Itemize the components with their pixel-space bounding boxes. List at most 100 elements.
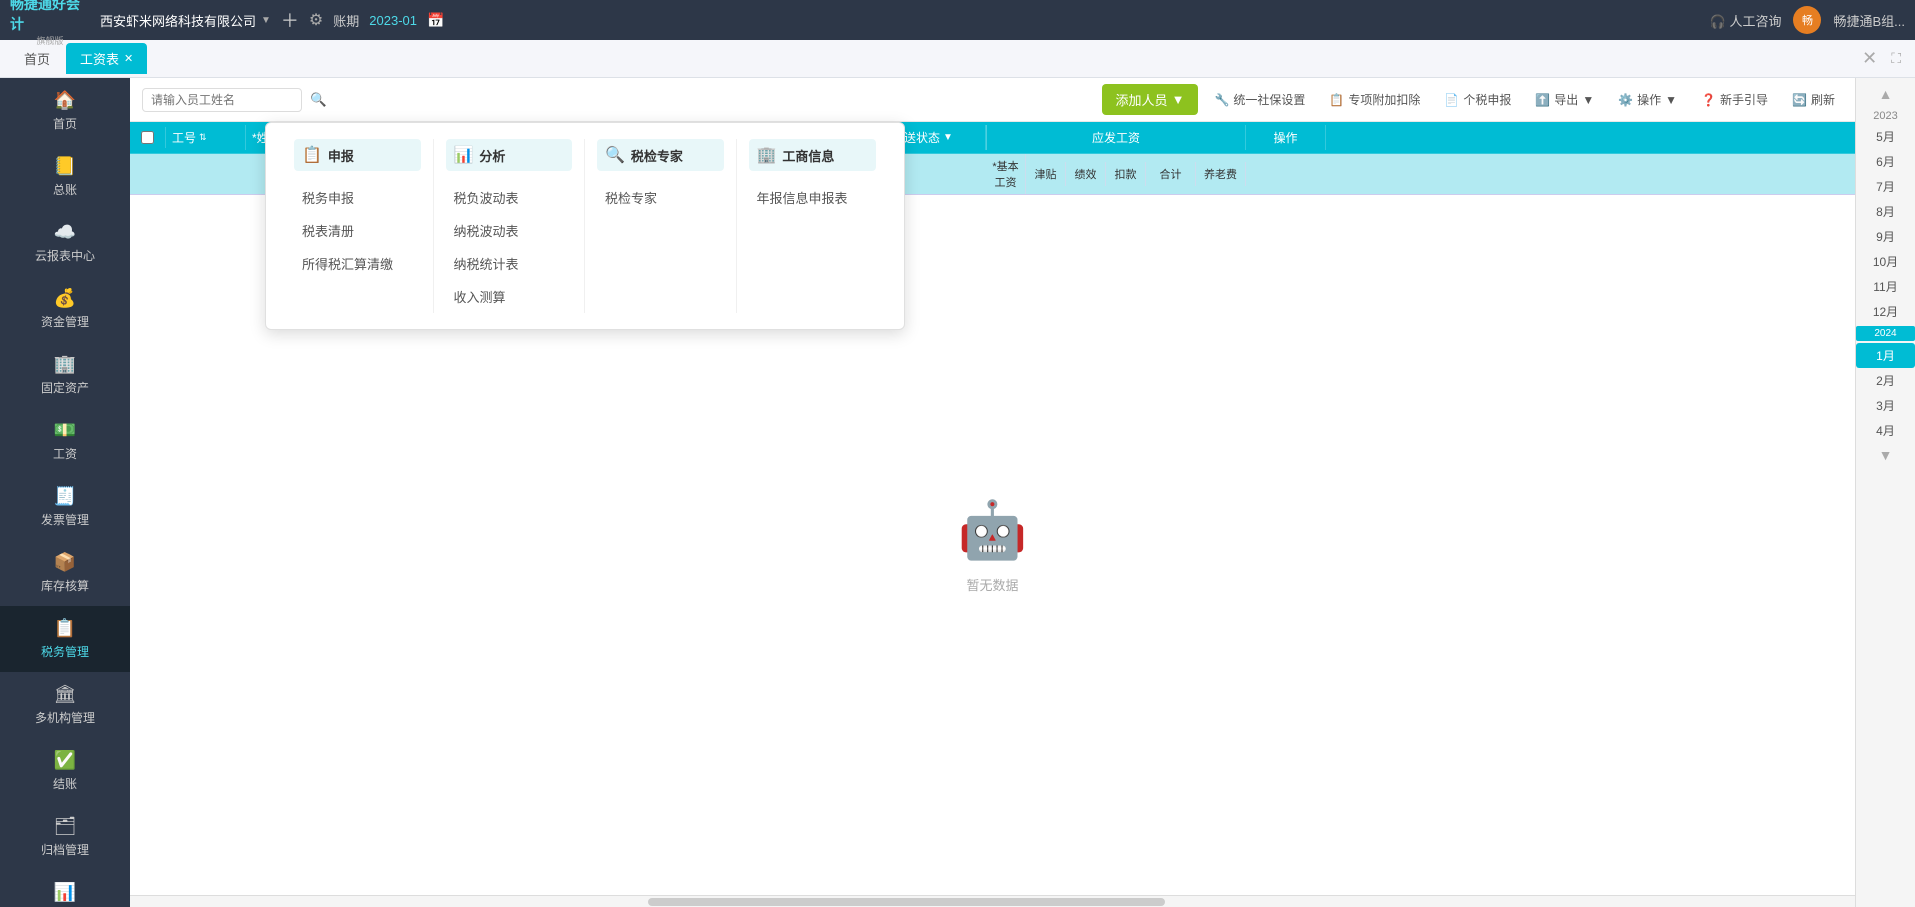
section-header-analysis: 📊 分析 (446, 139, 573, 171)
maximize-icon[interactable]: ⛶ (1887, 50, 1905, 67)
th-checkbox[interactable] (130, 127, 166, 148)
cal-month-nov[interactable]: 11月 (1856, 274, 1915, 299)
sidebar-label-tax: 税务管理 (41, 643, 89, 660)
tax-expert-section-icon: 🔍 (605, 145, 625, 165)
th-number[interactable]: 工号 ⇅ (166, 125, 246, 150)
calendar-icon[interactable]: 📅 (427, 12, 444, 29)
archive-icon: 🗂 (54, 816, 77, 837)
close-window-icon[interactable]: ✕ (1854, 48, 1885, 69)
dropdown-section-analysis: 📊 分析 税负波动表 纳税波动表 纳税统计表 收入测算 (434, 139, 586, 313)
sidebar-item-inventory[interactable]: 📦 库存核算 (0, 540, 130, 606)
cal-nav-down[interactable]: ▼ (1875, 443, 1897, 467)
cal-month-aug[interactable]: 8月 (1856, 199, 1915, 224)
sidebar-item-ledger[interactable]: 📒 总账 (0, 144, 130, 210)
period-label: 账期 (333, 11, 359, 30)
add-person-button[interactable]: 添加人员 ▼ (1102, 84, 1199, 115)
menu-item-tax-payment-fluctuation[interactable]: 纳税波动表 (446, 214, 573, 247)
menu-item-income-tax-settlement[interactable]: 所得税汇算清缴 (294, 247, 421, 280)
settings-icon[interactable]: ⚙ (309, 10, 323, 30)
menu-item-tax-statistics[interactable]: 纳税统计表 (446, 247, 573, 280)
th2-performance: 绩效 (1066, 162, 1106, 186)
tax-menu-dropdown: 📋 申报 税务申报 税表清册 所得税汇算清缴 📊 分析 税负波动表 纳税波动表 … (265, 122, 905, 330)
app-logo: 畅捷通好会计 旗舰版 (10, 0, 90, 47)
sidebar-item-tax[interactable]: 📋 税务管理 (0, 606, 130, 672)
tab-close-icon[interactable]: ✕ (124, 52, 133, 65)
sidebar-item-fund[interactable]: 💰 资金管理 (0, 276, 130, 342)
customer-service-btn[interactable]: 🎧 人工咨询 (1710, 11, 1782, 30)
horizontal-scrollbar[interactable] (130, 895, 1855, 907)
business-info-section-icon: 🏢 (757, 145, 777, 165)
settle-icon: ✅ (54, 750, 76, 771)
period-value[interactable]: 2023-01 (369, 13, 417, 28)
dropdown-section-business-info: 🏢 工商信息 年报信息申报表 (737, 139, 889, 313)
sidebar-item-cloud-report[interactable]: ☁️ 云报表中心 (0, 210, 130, 276)
multi-org-icon: 🏛 (54, 684, 77, 705)
special-deduction-btn[interactable]: 📋 专项附加扣除 (1321, 87, 1428, 112)
search-input[interactable] (142, 88, 302, 112)
report-icon: 📊 (54, 882, 76, 903)
operation-btn[interactable]: ⚙️ 操作 ▼ (1610, 87, 1685, 112)
menu-item-income-estimation[interactable]: 收入测算 (446, 280, 573, 313)
avatar[interactable]: 畅 (1793, 6, 1821, 34)
tab-home[interactable]: 首页 (10, 43, 64, 74)
tab-salary[interactable]: 工资表 ✕ (66, 43, 147, 74)
cal-month-may[interactable]: 5月 (1856, 124, 1915, 149)
menu-item-annual-report[interactable]: 年报信息申报表 (749, 181, 877, 214)
cal-month-jan[interactable]: 1月 (1856, 343, 1915, 368)
sidebar-item-invoice[interactable]: 🧾 发票管理 (0, 474, 130, 540)
scroll-thumb[interactable] (648, 898, 1166, 906)
tax-return-icon: 📄 (1444, 93, 1459, 107)
user-name-btn[interactable]: 畅捷通B组... (1833, 11, 1905, 30)
cal-nav-up[interactable]: ▲ (1875, 82, 1897, 106)
business-info-title: 工商信息 (782, 146, 834, 165)
tax-return-btn[interactable]: 📄 个税申报 (1436, 87, 1519, 112)
guide-btn[interactable]: ❓ 新手引导 (1693, 87, 1776, 112)
dropdown-section-declaration: 📋 申报 税务申报 税表清册 所得税汇算清缴 (282, 139, 434, 313)
sidebar-label-cloud: 云报表中心 (35, 247, 95, 264)
cal-month-apr[interactable]: 4月 (1856, 418, 1915, 443)
export-arrow-icon: ▼ (1582, 93, 1594, 107)
sidebar-item-salary[interactable]: 💵 工资 (0, 408, 130, 474)
cal-month-dec[interactable]: 12月 (1856, 299, 1915, 324)
refresh-btn[interactable]: 🔄 刷新 (1784, 87, 1843, 112)
main-area: 🏠 首页 📒 总账 ☁️ 云报表中心 💰 资金管理 🏢 固定资产 💵 工资 🧾 … (0, 78, 1915, 907)
social-security-btn[interactable]: 🔧 统一社保设置 (1206, 87, 1313, 112)
section-header-tax-expert: 🔍 税检专家 (597, 139, 724, 171)
guide-question-icon: ❓ (1701, 93, 1716, 107)
sidebar-item-multi-org[interactable]: 🏛 多机构管理 (0, 672, 130, 738)
empty-state: 🤖 暂无数据 (958, 497, 1028, 594)
export-btn[interactable]: ⬆️ 导出 ▼ (1527, 87, 1602, 112)
refresh-icon: 🔄 (1792, 93, 1807, 107)
inventory-icon: 📦 (54, 552, 76, 573)
cal-month-mar[interactable]: 3月 (1856, 393, 1915, 418)
sidebar-item-archive[interactable]: 🗂 归档管理 (0, 804, 130, 870)
company-selector[interactable]: 西安虾米网络科技有限公司 ▼ (100, 11, 271, 30)
cal-month-oct[interactable]: 10月 (1856, 249, 1915, 274)
cal-month-sep[interactable]: 9月 (1856, 224, 1915, 249)
sidebar-item-settle[interactable]: ✅ 结账 (0, 738, 130, 804)
cal-month-feb[interactable]: 2月 (1856, 368, 1915, 393)
cal-month-jun[interactable]: 6月 (1856, 149, 1915, 174)
menu-item-tax-declaration[interactable]: 税务申报 (294, 181, 421, 214)
th-wage-group: 应发工资 (986, 125, 1246, 150)
menu-item-tax-schedule[interactable]: 税表清册 (294, 214, 421, 247)
company-name: 西安虾米网络科技有限公司 (100, 11, 256, 30)
sidebar-item-report[interactable]: 📊 小畅报销 (0, 870, 130, 907)
cal-month-jul[interactable]: 7月 (1856, 174, 1915, 199)
sidebar-label-archive: 归档管理 (41, 841, 89, 858)
th-operation-header: 操作 (1246, 125, 1326, 150)
select-all-checkbox[interactable] (141, 131, 154, 144)
sidebar-item-fixed-assets[interactable]: 🏢 固定资产 (0, 342, 130, 408)
ledger-icon: 📒 (54, 156, 76, 177)
salary-icon: 💵 (54, 420, 76, 441)
add-company-button[interactable]: ＋ (281, 7, 299, 33)
content-area: 🔍 添加人员 ▼ 🔧 统一社保设置 📋 专项附加扣除 📄 个税申报 ⬆️ 导出 (130, 78, 1855, 907)
cal-year-2023-label: 2023 (1873, 110, 1897, 122)
sidebar-label-invoice: 发票管理 (41, 511, 89, 528)
top-bar: 畅捷通好会计 旗舰版 西安虾米网络科技有限公司 ▼ ＋ ⚙ 账期 2023-01… (0, 0, 1915, 40)
menu-item-tax-burden-fluctuation[interactable]: 税负波动表 (446, 181, 573, 214)
search-button[interactable]: 🔍 (310, 92, 327, 108)
menu-item-tax-expert[interactable]: 税检专家 (597, 181, 724, 214)
analysis-title: 分析 (479, 146, 505, 165)
sidebar-item-home[interactable]: 🏠 首页 (0, 78, 130, 144)
